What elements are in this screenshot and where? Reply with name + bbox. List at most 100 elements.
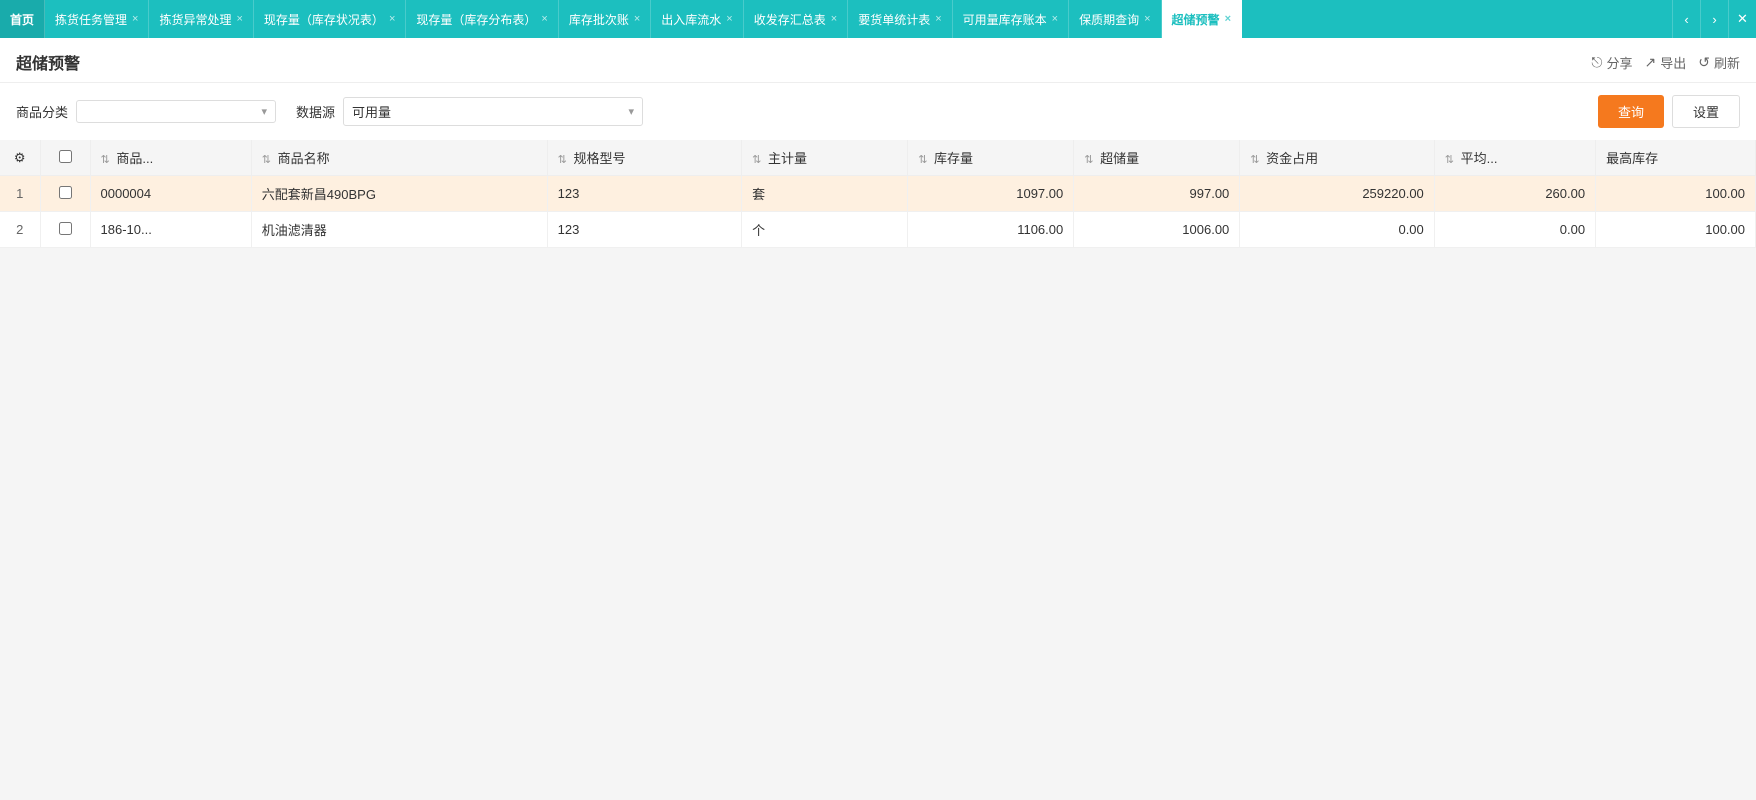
refresh-icon: ↺ <box>1698 54 1710 71</box>
sort-icon: ⇅ <box>558 154 567 166</box>
close-icon[interactable]: × <box>831 13 837 25</box>
row-spec: 123 <box>547 212 742 248</box>
category-select[interactable]: ▾ <box>76 100 276 123</box>
col-checkbox[interactable] <box>40 140 90 176</box>
row-name: 六配套新昌490BPG <box>251 176 547 212</box>
page-title: 超储预警 <box>16 50 80 74</box>
nav-item-batch-account[interactable]: 库存批次账 × <box>559 0 651 38</box>
nav-item-avail-ledger[interactable]: 可用量库存账本 × <box>953 0 1069 38</box>
col-avg[interactable]: ⇅ 平均... <box>1434 140 1595 176</box>
nav-arrow-left[interactable]: ‹ <box>1672 0 1700 38</box>
close-icon[interactable]: × <box>236 13 242 25</box>
share-icon: ⎋ <box>1591 54 1602 71</box>
export-label: 导出 <box>1660 53 1686 72</box>
page-header: 超储预警 ⎋ 分享 ↗ 导出 ↺ 刷新 <box>0 38 1756 83</box>
filter-row: 商品分类 ▾ 数据源 可用量 ▾ 查询 设置 <box>0 83 1756 140</box>
nav-arrow-close[interactable]: ✕ <box>1728 0 1756 38</box>
close-icon[interactable]: × <box>634 13 640 25</box>
row-code: 186-10... <box>90 212 251 248</box>
row-maxstock: 100.00 <box>1596 176 1756 212</box>
row-code: 0000004 <box>90 176 251 212</box>
refresh-label: 刷新 <box>1714 53 1740 72</box>
nav-label-inout-flow: 出入库流水 <box>661 11 721 28</box>
nav-label-avail-ledger: 可用量库存账本 <box>963 11 1047 28</box>
nav-label-inventory-status: 现存量（库存状况表） <box>264 11 384 28</box>
nav-arrow-right[interactable]: › <box>1700 0 1728 38</box>
close-icon[interactable]: × <box>541 13 547 25</box>
col-maxstock[interactable]: 最高库存 <box>1596 140 1756 176</box>
col-code[interactable]: ⇅ 商品... <box>90 140 251 176</box>
nav-label-order-stat: 要货单统计表 <box>858 11 930 28</box>
col-maxstock-label: 最高库存 <box>1606 151 1658 166</box>
export-icon: ↗ <box>1645 54 1657 71</box>
row-unit: 个 <box>742 212 908 248</box>
nav-item-order-stat[interactable]: 要货单统计表 × <box>848 0 952 38</box>
col-settings[interactable]: ⚙ <box>0 140 40 176</box>
row-maxstock: 100.00 <box>1596 212 1756 248</box>
sort-icon: ⇅ <box>1445 154 1454 166</box>
category-filter: 商品分类 ▾ <box>16 100 276 123</box>
close-icon[interactable]: × <box>1225 13 1231 25</box>
nav-item-expiry[interactable]: 保质期查询 × <box>1069 0 1161 38</box>
col-avg-label: 平均... <box>1461 151 1498 166</box>
close-icon[interactable]: × <box>389 13 395 25</box>
col-capital[interactable]: ⇅ 资金占用 <box>1240 140 1435 176</box>
nav-item-pkl-task[interactable]: 拣货任务管理 × <box>45 0 149 38</box>
nav-label-expiry: 保质期查询 <box>1079 11 1139 28</box>
col-overstock[interactable]: ⇅ 超储量 <box>1074 140 1240 176</box>
col-name[interactable]: ⇅ 商品名称 <box>251 140 547 176</box>
close-icon[interactable]: × <box>1144 13 1150 25</box>
col-stock-label: 库存量 <box>934 151 973 166</box>
col-spec-label: 规格型号 <box>573 151 625 166</box>
table-container: ⚙ ⇅ 商品... ⇅ 商品名称 ⇅ <box>0 140 1756 248</box>
nav-label-pkl-abnormal: 拣货异常处理 <box>159 11 231 28</box>
nav-item-overstock[interactable]: 超储预警 × <box>1162 0 1242 38</box>
sort-icon: ⇅ <box>918 154 927 166</box>
col-unit[interactable]: ⇅ 主计量 <box>742 140 908 176</box>
row-checkbox-cell[interactable] <box>40 176 90 212</box>
sort-icon: ⇅ <box>101 154 110 166</box>
settings-button[interactable]: 设置 <box>1672 95 1740 128</box>
col-unit-label: 主计量 <box>768 151 807 166</box>
datasource-select[interactable]: 可用量 ▾ <box>343 97 643 126</box>
row-index: 2 <box>0 212 40 248</box>
row-name: 机油滤清器 <box>251 212 547 248</box>
col-overstock-label: 超储量 <box>1100 151 1139 166</box>
filter-buttons: 查询 设置 <box>1598 95 1740 128</box>
category-label: 商品分类 <box>16 102 68 121</box>
nav-label-recv-send: 收发存汇总表 <box>754 11 826 28</box>
close-icon[interactable]: × <box>935 13 941 25</box>
refresh-button[interactable]: ↺ 刷新 <box>1698 53 1740 72</box>
nav-item-inventory-status[interactable]: 现存量（库存状况表） × <box>254 0 406 38</box>
col-name-label: 商品名称 <box>278 151 330 166</box>
row-capital: 0.00 <box>1240 212 1435 248</box>
row-avg: 0.00 <box>1434 212 1595 248</box>
header-actions: ⎋ 分享 ↗ 导出 ↺ 刷新 <box>1591 53 1740 72</box>
nav-item-home[interactable]: 首页 <box>0 0 45 38</box>
export-button[interactable]: ↗ 导出 <box>1645 53 1687 72</box>
col-spec[interactable]: ⇅ 规格型号 <box>547 140 742 176</box>
sort-icon: ⇅ <box>752 154 761 166</box>
nav-item-pkl-abnormal[interactable]: 拣货异常处理 × <box>149 0 253 38</box>
col-code-label: 商品... <box>116 151 153 166</box>
chevron-down-icon: ▾ <box>261 105 267 118</box>
sort-icon: ⇅ <box>1084 154 1093 166</box>
select-all-checkbox[interactable] <box>59 150 72 163</box>
nav-item-inout-flow[interactable]: 出入库流水 × <box>651 0 743 38</box>
nav-item-inventory-dist[interactable]: 现存量（库存分布表） × <box>406 0 558 38</box>
row-checkbox-cell[interactable] <box>40 212 90 248</box>
nav-arrows: ‹ › ✕ <box>1672 0 1756 38</box>
col-capital-label: 资金占用 <box>1266 151 1318 166</box>
query-button[interactable]: 查询 <box>1598 95 1664 128</box>
col-stock[interactable]: ⇅ 库存量 <box>908 140 1074 176</box>
close-icon[interactable]: × <box>132 13 138 25</box>
datasource-label: 数据源 <box>296 102 335 121</box>
row-avg: 260.00 <box>1434 176 1595 212</box>
close-icon[interactable]: × <box>726 13 732 25</box>
row-checkbox[interactable] <box>59 222 72 235</box>
nav-label-batch-account: 库存批次账 <box>569 11 629 28</box>
share-button[interactable]: ⎋ 分享 <box>1591 53 1632 72</box>
row-checkbox[interactable] <box>59 186 72 199</box>
nav-item-recv-send[interactable]: 收发存汇总表 × <box>744 0 848 38</box>
close-icon[interactable]: × <box>1052 13 1058 25</box>
